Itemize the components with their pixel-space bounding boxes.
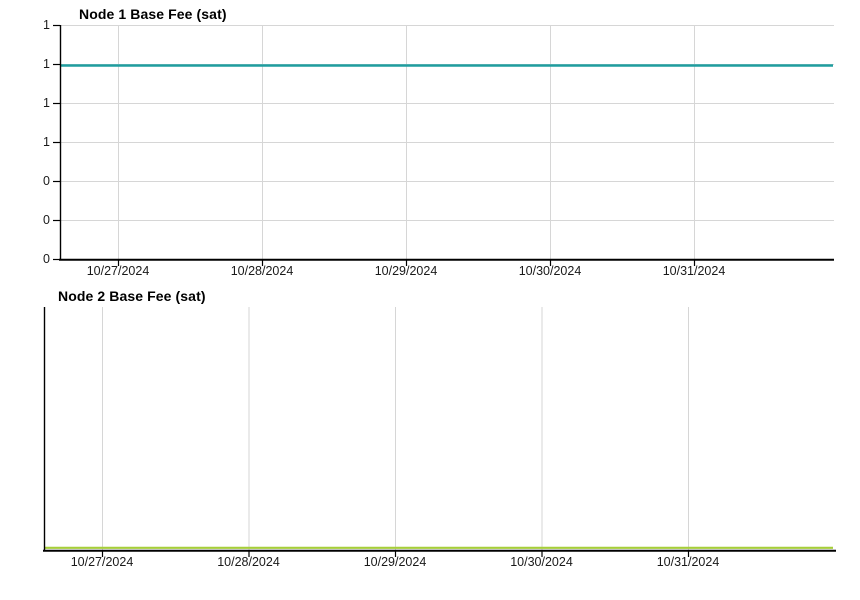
y-tick-label: 1: [43, 96, 50, 110]
y-tick-label: 1: [43, 18, 50, 32]
x-tick-label: 10/28/2024: [217, 554, 280, 569]
x-tick-label: 10/29/2024: [363, 554, 427, 569]
y-tick-label: 0: [43, 213, 50, 227]
x-tick-label: 10/30/2024: [518, 263, 582, 278]
x-tick-label: 10/27/2024: [86, 263, 150, 278]
x-tick-label: 10/27/2024: [70, 554, 134, 569]
x-tick-label: 10/29/2024: [374, 263, 438, 278]
y-tick-label: 1: [43, 135, 50, 149]
charts-canvas: [43, 24, 836, 557]
x-tick-label: 10/31/2024: [662, 263, 726, 278]
y-tick-label: 0: [43, 252, 50, 266]
y-tick-label: 0: [43, 174, 50, 188]
x-tick-label: 10/28/2024: [230, 263, 294, 278]
y-tick-label: 1: [43, 57, 50, 71]
dual-line-chart-panel: Node 1 Base Fee (sat) Node 2 Base Fee (s…: [0, 0, 860, 600]
x-tick-label: 10/30/2024: [510, 554, 573, 569]
x-tick-label: 10/31/2024: [656, 554, 720, 569]
